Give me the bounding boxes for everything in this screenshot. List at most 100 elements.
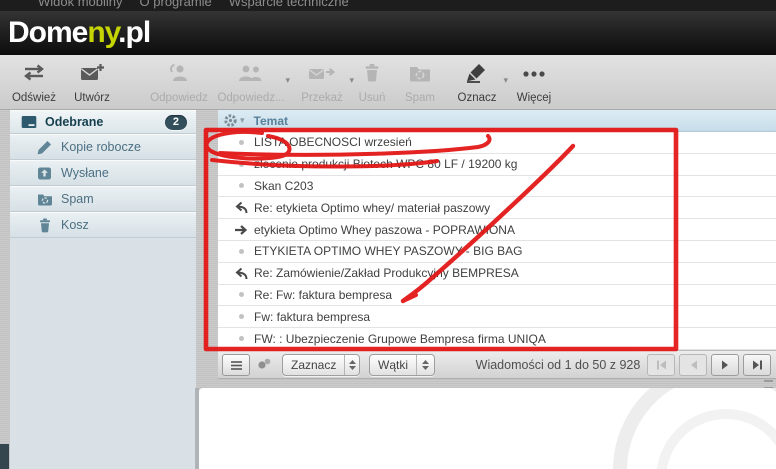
gear-icon <box>224 114 237 127</box>
sidebar-item-label: Kopie robocze <box>61 140 141 154</box>
list-view-options-button[interactable] <box>222 354 250 376</box>
inbox-icon <box>20 115 37 130</box>
bottom-left-panel-edge <box>0 444 9 469</box>
link-support[interactable]: Wsparcie techniczne <box>229 0 349 9</box>
gear-caret-icon: ▾ <box>240 115 245 125</box>
unread-dot-icon <box>232 336 250 342</box>
refresh-icon <box>6 59 62 91</box>
brand-logo: Domeny.pl <box>8 16 151 49</box>
message-list-panel: ▾ Temat LISTA OBECNOSCI wrzesień zleceni… <box>218 110 776 372</box>
sidebar-item-label: Spam <box>61 192 94 206</box>
prev-page-button[interactable] <box>679 354 707 376</box>
link-about[interactable]: O programie <box>140 0 212 9</box>
message-row[interactable]: zlecenie produkcji Biotech WPC 80 LF / 1… <box>218 153 776 176</box>
message-subject: ETYKIETA OPTIMO WHEY PASZOWY - BIG BAG <box>254 244 523 259</box>
top-nav: Widok mobilny O programie Wsparcie techn… <box>0 0 776 11</box>
message-row[interactable]: Re: Fw: faktura bempresa <box>218 284 776 307</box>
sidebar-item-drafts[interactable]: Kopie robocze <box>10 134 196 160</box>
reply-all-caret-icon: ▾ <box>285 75 290 85</box>
message-row[interactable]: FW: : Ubezpieczenie Grupowe Bempresa fir… <box>218 328 776 350</box>
unread-count-badge: 2 <box>164 114 187 130</box>
message-subject: FW: : Ubezpieczenie Grupowe Bempresa fir… <box>254 331 546 346</box>
folder-sidebar: Odebrane 2 Kopie robocze Wysłane Spam Ko… <box>10 110 196 469</box>
compose-label: Utwórz <box>74 92 110 104</box>
sidebar-item-inbox[interactable]: Odebrane 2 <box>10 110 196 134</box>
unread-dot-icon <box>232 161 250 167</box>
trash-icon <box>36 218 53 233</box>
updown-arrows-icon <box>344 355 359 375</box>
reply-person-icon <box>147 59 211 91</box>
last-page-button[interactable] <box>743 354 771 376</box>
unread-dot-icon <box>232 139 250 145</box>
drafts-pencil-icon <box>36 140 53 155</box>
mail-toolbar: Odśwież Utwórz Odpowiedz ▾ Odpowiedz... <box>0 55 776 110</box>
select-messages-dropdown[interactable]: Zaznacz <box>282 354 360 376</box>
link-mobile-view[interactable]: Widok mobilny <box>38 0 123 9</box>
spam-button[interactable]: Spam <box>397 59 443 105</box>
next-page-button[interactable] <box>711 354 739 376</box>
message-subject: Re: Zamówienie/Zakład Produkcyjny BEMPRE… <box>254 266 519 281</box>
subject-column-header[interactable]: Temat <box>254 114 288 128</box>
message-row[interactable]: Re: Zamówienie/Zakład Produkcyjny BEMPRE… <box>218 262 776 285</box>
mark-button[interactable]: ▾ Oznacz <box>447 59 508 105</box>
delete-label: Usuń <box>358 92 386 104</box>
sidebar-item-label: Odebrane <box>45 115 104 129</box>
next-page-icon <box>721 360 728 370</box>
sidebar-item-label: Wysłane <box>61 166 109 180</box>
ellipsis-icon <box>509 59 559 91</box>
refresh-label: Odśwież <box>11 92 57 104</box>
compose-icon <box>62 59 122 91</box>
more-label: Więcej <box>516 92 552 104</box>
replied-arrow-icon <box>232 267 250 280</box>
select-dropdown-label: Zaznacz <box>291 358 337 372</box>
message-subject: LISTA OBECNOSCI wrzesień <box>254 135 412 150</box>
message-row[interactable]: Re: etykieta Optimo whey/ materiał paszo… <box>218 197 776 220</box>
logo-highlight: ny <box>87 16 119 49</box>
conversation-toggle-icon[interactable] <box>256 357 273 375</box>
forward-button[interactable]: ▾ Przekaż <box>291 59 354 105</box>
unread-dot-icon <box>232 314 250 320</box>
message-subject: Fw: faktura bempresa <box>254 309 371 324</box>
message-subject: Skan C203 <box>254 178 314 193</box>
reply-button[interactable]: Odpowiedz <box>147 59 211 105</box>
spam-folder-icon <box>397 59 443 91</box>
reply-all-button[interactable]: ▾ Odpowiedz... <box>213 59 290 105</box>
forwarded-arrow-icon <box>232 224 250 236</box>
compose-button[interactable]: Utwórz <box>62 59 122 105</box>
message-row[interactable]: etykieta Optimo Whey paszowa - POPRAWION… <box>218 219 776 241</box>
message-row[interactable]: Skan C203 <box>218 175 776 198</box>
forward-mail-icon <box>291 59 353 91</box>
sidebar-item-trash[interactable]: Kosz <box>10 212 196 238</box>
last-page-icon <box>752 360 762 370</box>
first-page-button[interactable] <box>647 354 675 376</box>
sidebar-item-sent[interactable]: Wysłane <box>10 160 196 186</box>
trash-icon <box>351 59 393 91</box>
refresh-button[interactable]: Odśwież <box>6 59 62 105</box>
threads-dropdown-label: Wątki <box>378 358 408 372</box>
delete-button[interactable]: Usuń <box>351 59 393 105</box>
logo-bar: Domeny.pl <box>0 11 776 55</box>
message-subject: zlecenie produkcji Biotech WPC 80 LF / 1… <box>254 157 518 172</box>
spam-label: Spam <box>404 92 436 104</box>
message-row[interactable]: Fw: faktura bempresa <box>218 306 776 329</box>
more-button[interactable]: Więcej <box>509 59 559 105</box>
threads-dropdown[interactable]: Wątki <box>369 354 435 376</box>
list-options-gear-button[interactable]: ▾ <box>223 113 245 128</box>
list-footer-bar: Zaznacz Wątki Wiadomości od 1 do 50 z 92… <box>218 350 776 379</box>
prev-page-icon <box>690 360 697 370</box>
message-row[interactable]: LISTA OBECNOSCI wrzesień <box>218 132 776 154</box>
message-subject: Re: Fw: faktura bempresa <box>254 287 393 302</box>
message-subject: etykieta Optimo Whey paszowa - POPRAWION… <box>254 222 515 237</box>
replied-arrow-icon <box>232 201 250 214</box>
updown-arrows-icon <box>416 355 434 375</box>
message-count-status: Wiadomości od 1 do 50 z 928 <box>475 358 641 372</box>
sidebar-item-spam[interactable]: Spam <box>10 186 196 212</box>
webmail-window: Widok mobilny O programie Wsparcie techn… <box>0 0 776 469</box>
first-page-icon <box>656 360 666 370</box>
forward-label: Przekaż <box>301 92 343 104</box>
message-row[interactable]: ETYKIETA OPTIMO WHEY PASZOWY - BIG BAG <box>218 240 776 263</box>
spam-folder-icon <box>36 192 53 206</box>
unread-dot-icon <box>232 183 250 189</box>
reply-all-icon <box>213 59 289 91</box>
mark-label: Oznacz <box>457 92 497 104</box>
